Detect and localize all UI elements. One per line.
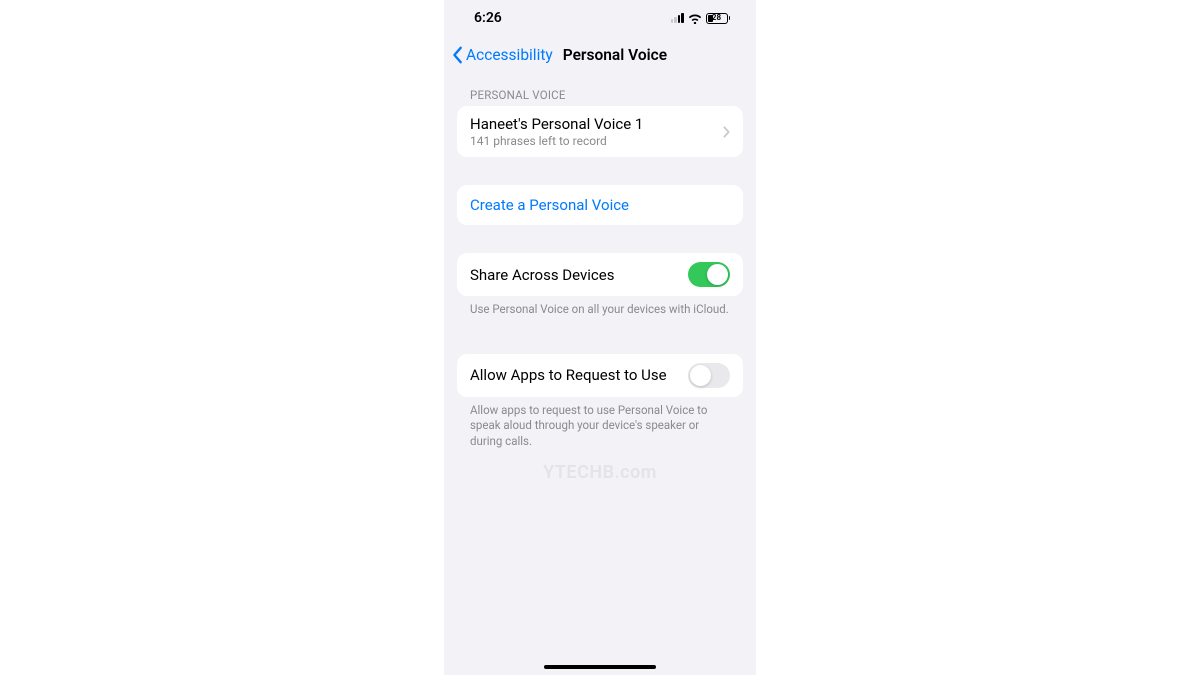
status-indicators: 28 <box>671 13 731 24</box>
share-footer: Use Personal Voice on all your devices w… <box>457 296 743 318</box>
share-label: Share Across Devices <box>470 266 614 284</box>
battery-icon: 28 <box>706 13 731 24</box>
chevron-left-icon <box>452 46 464 64</box>
allow-label: Allow Apps to Request to Use <box>470 366 667 384</box>
voice-name: Haneet's Personal Voice 1 <box>470 115 723 133</box>
allow-footer: Allow apps to request to use Personal Vo… <box>457 397 743 450</box>
section-header-voices: PERSONAL VOICE <box>457 88 743 106</box>
back-button[interactable]: Accessibility <box>452 46 553 64</box>
create-voice-button[interactable]: Create a Personal Voice <box>457 185 743 225</box>
create-voice-label: Create a Personal Voice <box>470 196 629 214</box>
watermark: YTECHB.com <box>444 462 756 483</box>
chevron-right-icon <box>723 126 730 138</box>
back-label: Accessibility <box>466 46 553 64</box>
status-time: 6:26 <box>474 10 502 26</box>
wifi-icon <box>688 13 702 24</box>
cellular-icon <box>671 13 684 23</box>
phone-screen: 6:26 28 Accessibility Personal Voice PER… <box>444 0 756 675</box>
content-area: PERSONAL VOICE Haneet's Personal Voice 1… <box>444 74 756 675</box>
nav-bar: Accessibility Personal Voice <box>444 36 756 74</box>
status-bar: 6:26 28 <box>444 0 756 36</box>
group-voices: Haneet's Personal Voice 1 141 phrases le… <box>457 106 743 157</box>
allow-row: Allow Apps to Request to Use <box>457 354 743 397</box>
group-share: Share Across Devices <box>457 253 743 296</box>
voice-row[interactable]: Haneet's Personal Voice 1 141 phrases le… <box>457 106 743 157</box>
voice-detail: 141 phrases left to record <box>470 134 723 148</box>
page-title: Personal Voice <box>563 46 667 64</box>
group-create: Create a Personal Voice <box>457 185 743 225</box>
home-indicator[interactable] <box>544 665 656 670</box>
share-row: Share Across Devices <box>457 253 743 296</box>
group-allow: Allow Apps to Request to Use <box>457 354 743 397</box>
share-toggle[interactable] <box>688 262 730 287</box>
allow-toggle[interactable] <box>688 363 730 388</box>
